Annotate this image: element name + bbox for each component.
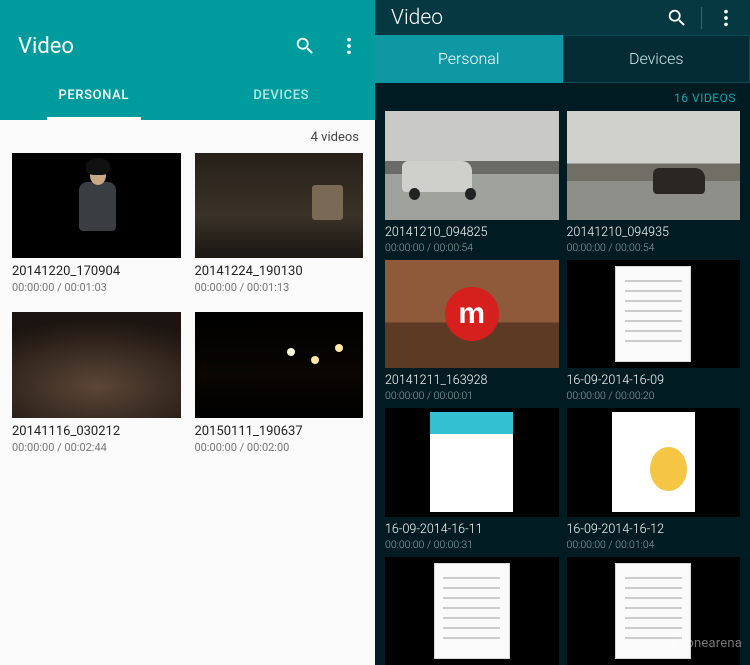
- video-thumbnail: [385, 557, 559, 665]
- video-duration: 00:00:00 / 00:01:13: [195, 281, 364, 294]
- video-name: 16-09-2014-16-09: [567, 373, 741, 388]
- video-thumbnail: [12, 312, 181, 417]
- video-thumbnail: [385, 111, 559, 219]
- video-name: 16-09-2014-16-12: [567, 522, 741, 537]
- video-item[interactable]: 16-09-2014-16-11 00:00:00 / 00:00:31: [385, 408, 559, 550]
- video-duration: 00:00:00 / 00:01:03: [12, 281, 181, 294]
- search-icon[interactable]: [293, 34, 317, 58]
- video-thumbnail: [385, 260, 559, 368]
- right-video-app: Video Personal Devices 16 VIDEOS 2014121…: [375, 0, 750, 665]
- video-grid: 20141210_094825 00:00:00 / 00:00:54 2014…: [375, 111, 750, 665]
- video-thumbnail: [195, 153, 364, 258]
- video-duration: 00:00:00 / 00:00:20: [567, 389, 741, 402]
- video-item[interactable]: 20141210_094935 00:00:00 / 00:00:54: [567, 111, 741, 253]
- more-icon[interactable]: [337, 34, 361, 58]
- video-thumbnail: [195, 312, 364, 417]
- video-duration: 00:00:00 / 00:00:54: [385, 241, 559, 254]
- app-title: Video: [18, 34, 293, 59]
- video-name: 16-09-2014-16-11: [385, 522, 559, 537]
- video-item[interactable]: 20141220_170904 00:00:00 / 00:01:03: [12, 153, 181, 294]
- tab-bar: Personal Devices: [375, 35, 750, 83]
- video-duration: 00:00:00 / 00:00:31: [385, 538, 559, 551]
- video-name: 20141224_190130: [195, 264, 364, 279]
- video-item[interactable]: 20141224_190130 00:00:00 / 00:01:13: [195, 153, 364, 294]
- appbar: Video: [375, 0, 750, 35]
- tab-personal[interactable]: Personal: [375, 35, 563, 83]
- video-thumbnail: [567, 557, 741, 665]
- video-thumbnail: [567, 111, 741, 219]
- video-item[interactable]: 20150111_190637 00:00:00 / 00:02:00: [195, 312, 364, 453]
- video-item[interactable]: 20141210_094825 00:00:00 / 00:00:54: [385, 111, 559, 253]
- video-item[interactable]: [567, 557, 741, 665]
- video-duration: 00:00:00 / 00:00:54: [567, 241, 741, 254]
- video-thumbnail: [567, 408, 741, 516]
- more-icon[interactable]: [714, 6, 738, 30]
- video-duration: 00:00:00 / 00:01:04: [567, 538, 741, 551]
- video-duration: 00:00:00 / 00:02:44: [12, 441, 181, 454]
- video-thumbnail: [567, 260, 741, 368]
- video-item[interactable]: 16-09-2014-16-09 00:00:00 / 00:00:20: [567, 260, 741, 402]
- separator: [701, 7, 702, 29]
- video-name: 20141210_094825: [385, 225, 559, 240]
- appbar-actions: [293, 34, 361, 58]
- video-item[interactable]: 16-09-2014-16-12 00:00:00 / 00:01:04: [567, 408, 741, 550]
- video-thumbnail: [385, 408, 559, 516]
- video-count: 4 videos: [0, 120, 375, 149]
- tab-bar: PERSONAL DEVICES: [0, 74, 375, 120]
- video-name: 20141116_030212: [12, 424, 181, 439]
- video-name: 20141220_170904: [12, 264, 181, 279]
- app-title: Video: [391, 6, 665, 30]
- tab-personal[interactable]: PERSONAL: [0, 74, 188, 120]
- search-icon[interactable]: [665, 6, 689, 30]
- appbar: Video: [0, 0, 375, 74]
- video-name: 20141211_163928: [385, 373, 559, 388]
- video-name: 20150111_190637: [195, 424, 364, 439]
- video-item[interactable]: [385, 557, 559, 665]
- video-name: 20141210_094935: [567, 225, 741, 240]
- video-duration: 00:00:00 / 00:00:01: [385, 389, 559, 402]
- appbar-actions: [665, 6, 738, 30]
- video-thumbnail: [12, 153, 181, 258]
- tab-devices[interactable]: Devices: [563, 35, 750, 83]
- video-count: 16 VIDEOS: [375, 83, 750, 111]
- tab-devices[interactable]: DEVICES: [188, 74, 376, 120]
- left-video-app: Video PERSONAL DEVICES 4 videos 20141220…: [0, 0, 375, 665]
- video-item[interactable]: 20141116_030212 00:00:00 / 00:02:44: [12, 312, 181, 453]
- video-grid: 20141220_170904 00:00:00 / 00:01:03 2014…: [0, 149, 375, 458]
- video-duration: 00:00:00 / 00:02:00: [195, 441, 364, 454]
- video-item[interactable]: 20141211_163928 00:00:00 / 00:00:01: [385, 260, 559, 402]
